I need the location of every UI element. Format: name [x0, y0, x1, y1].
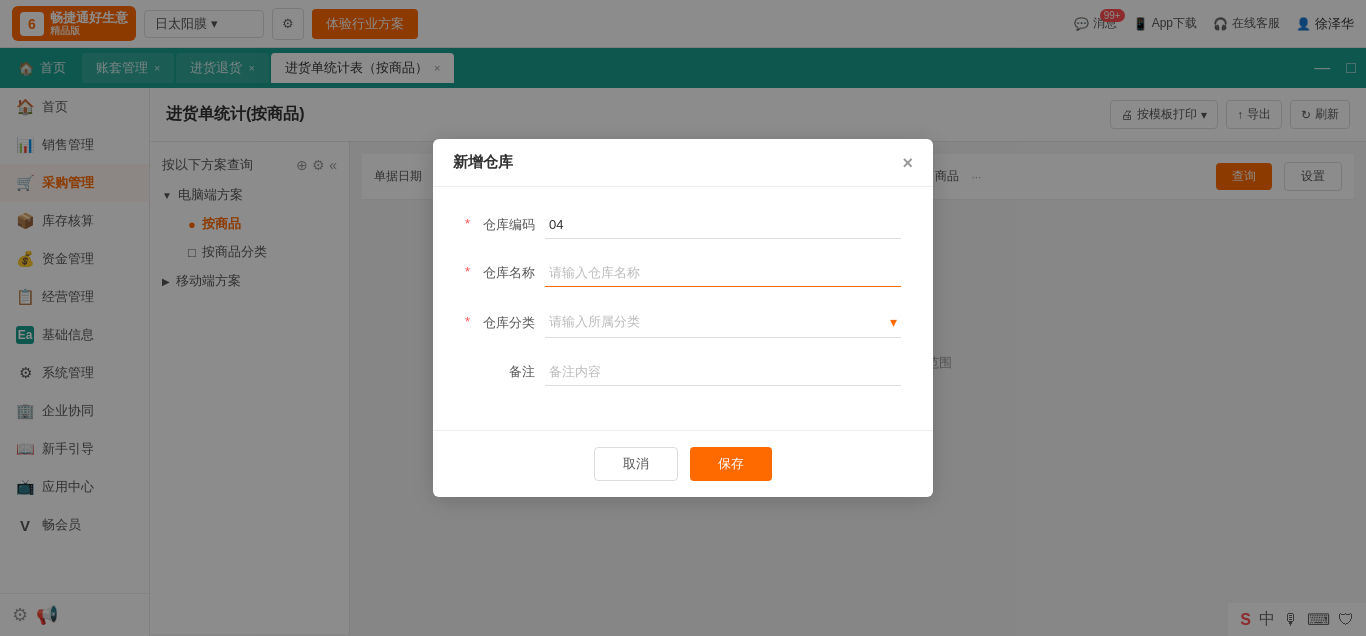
modal-overlay: 新增仓库 × 仓库编码 仓库名称 仓库分类 请输入所属分类 ▾ [0, 0, 1366, 636]
dialog-title: 新增仓库 [453, 153, 513, 172]
dialog-close-button[interactable]: × [902, 154, 913, 172]
note-label: 备注 [465, 363, 545, 381]
category-label: 仓库分类 [465, 314, 545, 332]
form-row-code: 仓库编码 [465, 211, 901, 239]
dialog-header: 新增仓库 × [433, 139, 933, 187]
form-row-name: 仓库名称 [465, 259, 901, 287]
category-selector[interactable]: 请输入所属分类 ▾ [545, 307, 901, 338]
cancel-button[interactable]: 取消 [594, 447, 678, 481]
code-label: 仓库编码 [465, 216, 545, 234]
note-input[interactable] [545, 358, 901, 386]
form-row-note: 备注 [465, 358, 901, 386]
add-warehouse-dialog: 新增仓库 × 仓库编码 仓库名称 仓库分类 请输入所属分类 ▾ [433, 139, 933, 497]
code-input[interactable] [545, 211, 901, 239]
category-placeholder: 请输入所属分类 [549, 313, 640, 331]
form-row-category: 仓库分类 请输入所属分类 ▾ [465, 307, 901, 338]
dialog-footer: 取消 保存 [433, 430, 933, 497]
name-input[interactable] [545, 259, 901, 287]
category-arrow-icon: ▾ [890, 314, 897, 330]
dialog-body: 仓库编码 仓库名称 仓库分类 请输入所属分类 ▾ 备注 [433, 187, 933, 430]
save-button[interactable]: 保存 [690, 447, 772, 481]
name-label: 仓库名称 [465, 264, 545, 282]
